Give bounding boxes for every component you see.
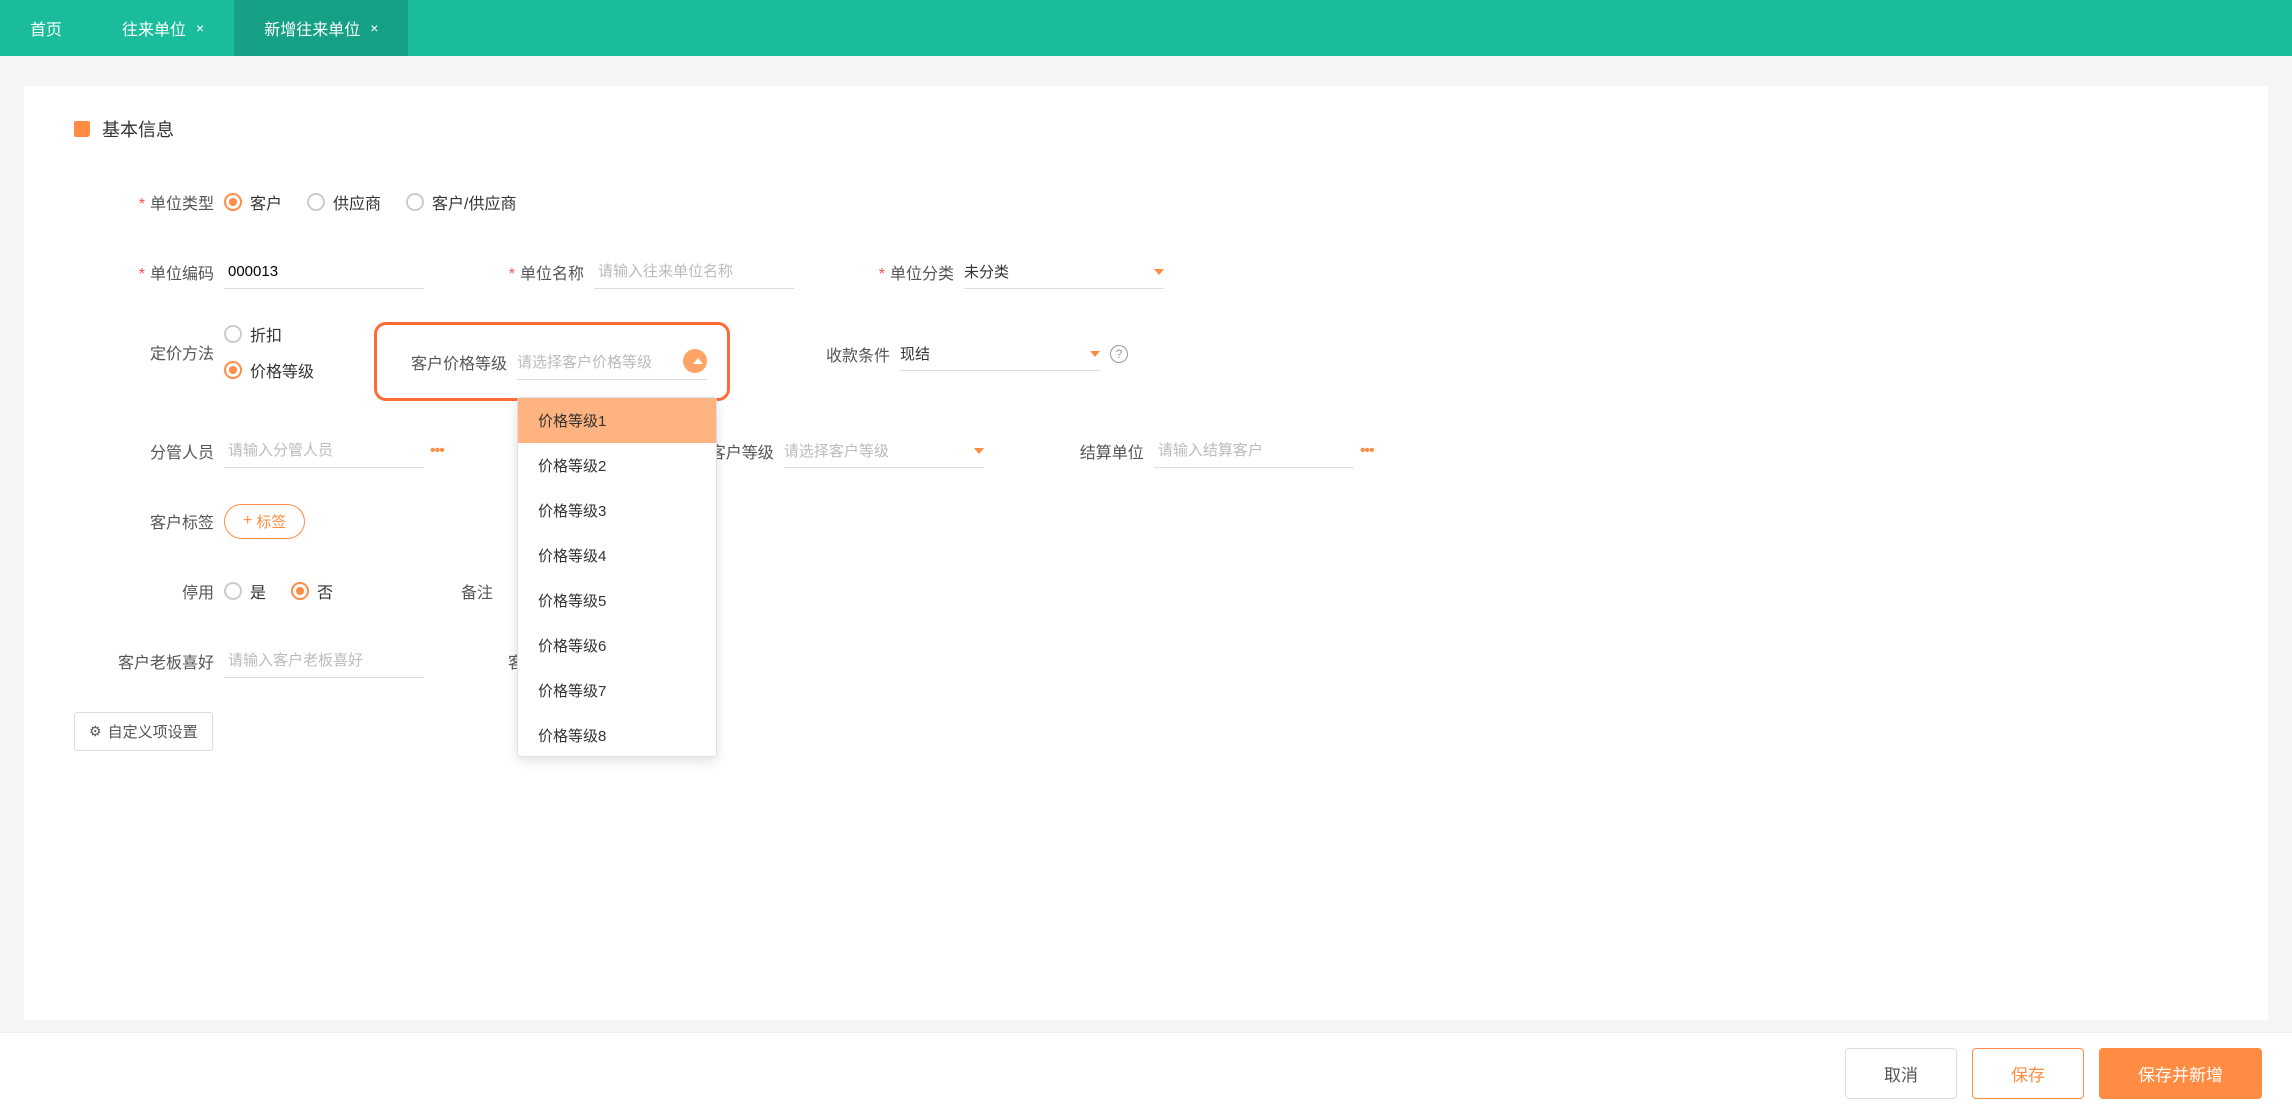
manager-input[interactable] [224, 434, 424, 468]
tab-home[interactable]: 首页 [0, 0, 92, 56]
radio-discount[interactable]: 折扣 [224, 322, 314, 346]
plus-icon: + [243, 512, 252, 530]
more-icon[interactable]: ••• [1360, 442, 1374, 460]
label-customer-tag: 客户标签 [114, 509, 214, 533]
chevron-down-icon [1154, 269, 1164, 275]
section-header: 基本信息 [74, 116, 2218, 142]
price-level-field-highlight: 客户价格等级 请选择客户价格等级 [374, 322, 730, 401]
close-icon[interactable]: × [196, 20, 204, 36]
radio-icon [291, 582, 309, 600]
price-level-dropdown: 价格等级1 价格等级2 价格等级3 价格等级4 价格等级5 价格等级6 价格等级… [517, 397, 717, 757]
tab-new-contact[interactable]: 新增往来单位 × [234, 0, 408, 56]
label-unit-name: *单位名称 [484, 260, 584, 284]
help-icon[interactable]: ? [1110, 345, 1128, 363]
unit-category-select[interactable]: 未分类 [964, 255, 1164, 289]
custom-settings-button[interactable]: ⚙ 自定义项设置 [74, 712, 213, 751]
label-unit-category: *单位分类 [854, 260, 954, 284]
label-disabled: 停用 [114, 579, 214, 603]
radio-supplier[interactable]: 供应商 [307, 190, 381, 214]
dropdown-option[interactable]: 价格等级3 [518, 488, 716, 533]
tab-contacts[interactable]: 往来单位 × [92, 0, 234, 56]
tab-bar: 首页 往来单位 × 新增往来单位 × [0, 0, 2292, 56]
tab-label: 首页 [30, 16, 62, 40]
label-settlement-unit: 结算单位 [1044, 439, 1144, 463]
gear-icon: ⚙ [89, 723, 102, 740]
label-unit-type: *单位类型 [114, 190, 214, 214]
section-title: 基本信息 [102, 116, 174, 142]
radio-yes[interactable]: 是 [224, 579, 266, 603]
label-manager: 分管人员 [114, 439, 214, 463]
label-pricing-method: 定价方法 [114, 340, 214, 364]
save-button[interactable]: 保存 [1972, 1048, 2084, 1099]
customer-level-select[interactable]: 请选择客户等级 [784, 434, 984, 468]
dropdown-option[interactable]: 价格等级6 [518, 623, 716, 668]
label-unit-code: *单位编码 [114, 260, 214, 284]
more-icon[interactable]: ••• [430, 442, 444, 460]
radio-icon [224, 582, 242, 600]
chevron-down-icon [1090, 351, 1100, 357]
label-remark: 备注 [393, 579, 493, 603]
price-level-select[interactable]: 请选择客户价格等级 [517, 343, 707, 380]
payment-terms-select[interactable]: 现结 [900, 337, 1100, 371]
radio-customer[interactable]: 客户 [224, 190, 282, 214]
note-icon [74, 121, 90, 137]
radio-both[interactable]: 客户/供应商 [406, 190, 516, 214]
radio-icon [224, 193, 242, 211]
radio-icon [307, 193, 325, 211]
chevron-down-icon [974, 448, 984, 454]
dropdown-option[interactable]: 价格等级7 [518, 668, 716, 713]
radio-icon [224, 325, 242, 343]
cancel-button[interactable]: 取消 [1845, 1048, 1957, 1099]
settlement-unit-input[interactable] [1154, 434, 1354, 468]
unit-code-input[interactable] [224, 255, 424, 289]
dropdown-option[interactable]: 价格等级5 [518, 578, 716, 623]
boss-preference-input[interactable] [224, 644, 424, 678]
radio-icon [224, 361, 242, 379]
dropdown-option[interactable]: 价格等级2 [518, 443, 716, 488]
dropdown-option[interactable]: 价格等级1 [518, 398, 716, 443]
label-boss-preference: 客户老板喜好 [114, 649, 214, 673]
dropdown-option[interactable]: 价格等级8 [518, 713, 716, 757]
save-and-new-button[interactable]: 保存并新增 [2099, 1048, 2262, 1099]
chevron-up-icon [683, 349, 707, 373]
radio-no[interactable]: 否 [291, 579, 333, 603]
form-panel: 基本信息 *单位类型 客户 供应商 客户/供应商 [24, 86, 2268, 1020]
radio-icon [406, 193, 424, 211]
label-price-level: 客户价格等级 [387, 350, 507, 374]
radio-price-level[interactable]: 价格等级 [224, 358, 314, 382]
add-tag-button[interactable]: + 标签 [224, 504, 305, 539]
close-icon[interactable]: × [370, 20, 378, 36]
label-payment-terms: 收款条件 [790, 342, 890, 366]
tab-label: 新增往来单位 [264, 16, 360, 40]
unit-name-input[interactable] [594, 255, 794, 289]
footer-actions: 取消 保存 保存并新增 [0, 1032, 2292, 1114]
tab-label: 往来单位 [122, 16, 186, 40]
dropdown-option[interactable]: 价格等级4 [518, 533, 716, 578]
